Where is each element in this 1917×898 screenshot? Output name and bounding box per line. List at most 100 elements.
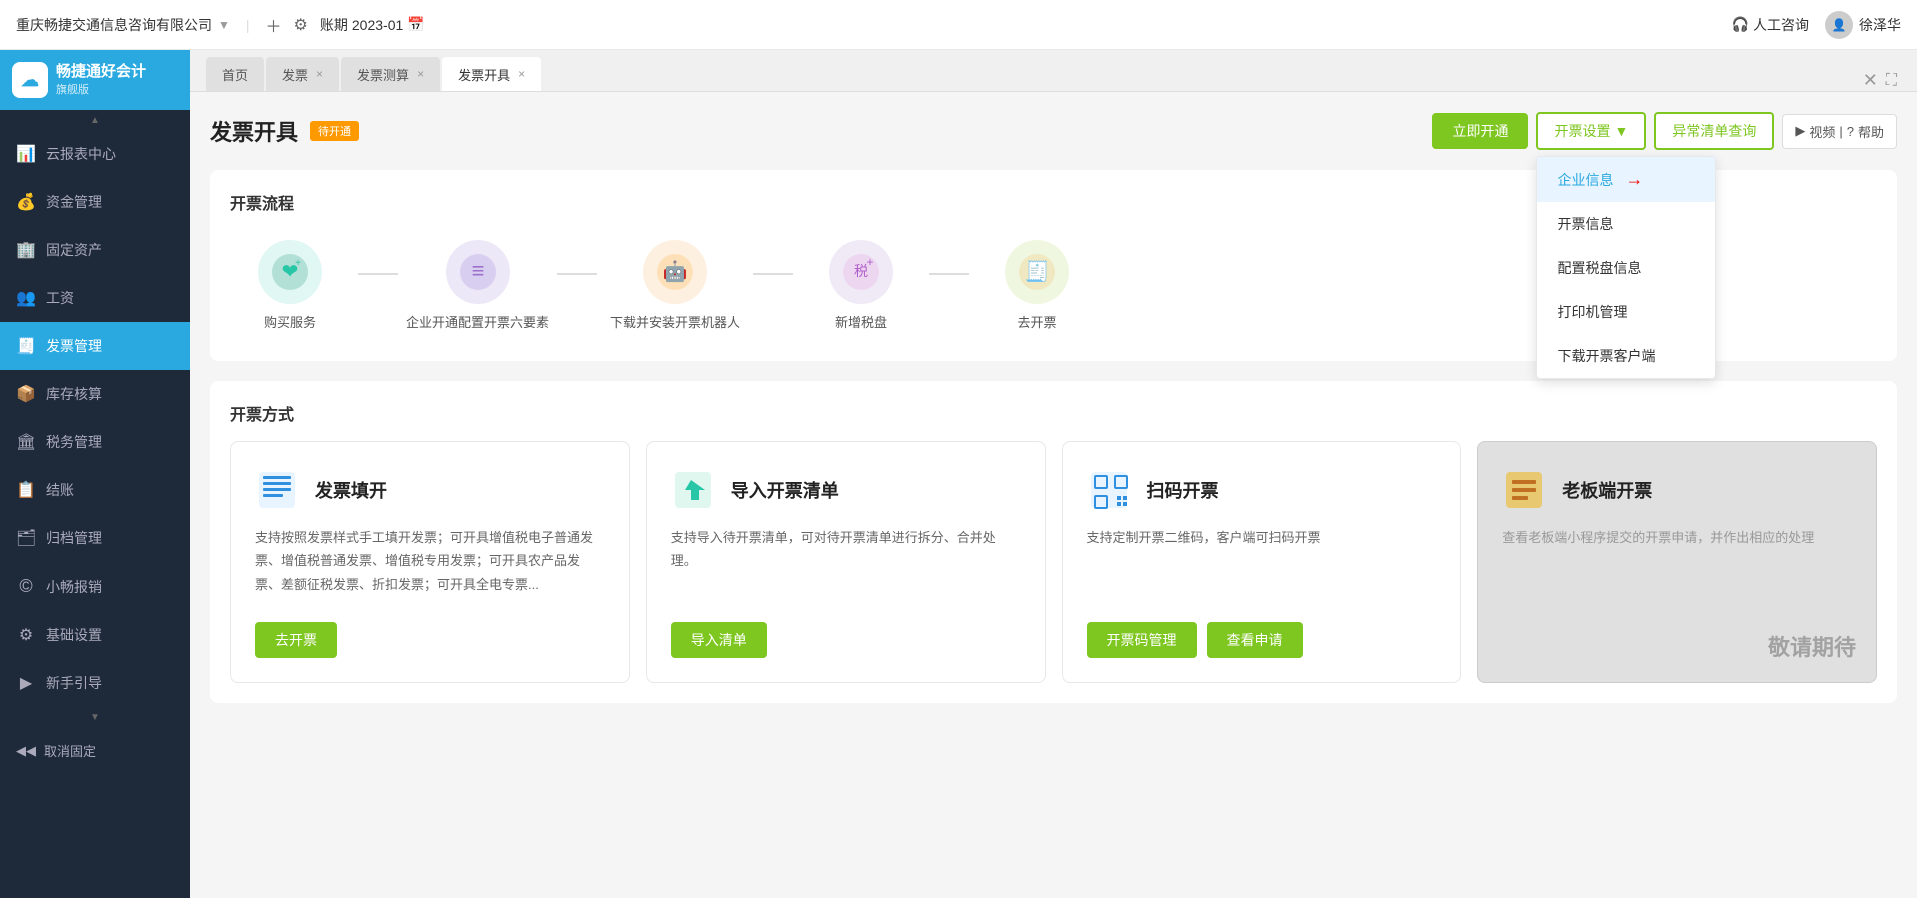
gongzi-icon: 👥: [16, 288, 36, 308]
red-arrow-icon: →: [1625, 169, 1643, 189]
settings-button[interactable]: 开票设置 ▼: [1536, 112, 1646, 150]
step1-icon: ❤ +: [258, 240, 322, 304]
tab-cesuan-close[interactable]: ×: [417, 67, 424, 81]
process-line-3: [753, 273, 793, 275]
sidebar-item-label: 资金管理: [46, 192, 102, 212]
scan-icon-svg: [1087, 466, 1135, 514]
kaipiaoxinxi-label: 开票信息: [1557, 216, 1613, 232]
step1-label: 购买服务: [264, 312, 316, 331]
maximize-icon[interactable]: ⛶: [1886, 72, 1897, 90]
sidebar-scroll-down[interactable]: ▼: [0, 707, 190, 727]
human-consult-button[interactable]: 🎧 人工咨询: [1732, 15, 1809, 35]
sidebar-item-xinshou[interactable]: ▶ 新手引导: [0, 659, 190, 707]
dropdown-item-xiazaikaipiao[interactable]: 下载开票客户端: [1537, 334, 1715, 378]
sidebar-item-label: 小畅报销: [46, 577, 102, 597]
divider1: |: [246, 17, 250, 33]
settings-icon[interactable]: ⚙: [294, 15, 308, 35]
kucun-icon: 📦: [16, 384, 36, 404]
process-step-1: ❤ + 购买服务: [230, 240, 350, 331]
video-help-button[interactable]: ▶ 视频 | ? 帮助: [1782, 114, 1897, 149]
yunbao-icon: 📊: [16, 144, 36, 164]
tab-fapiao-label: 发票: [282, 65, 308, 84]
close-window-icon[interactable]: ✕: [1863, 70, 1878, 91]
sidebar-item-yunbao[interactable]: 📊 云报表中心: [0, 130, 190, 178]
sidebar-cancel-fixed[interactable]: ◀◀ 取消固定: [0, 727, 190, 774]
sidebar-item-label: 工资: [46, 288, 74, 308]
sidebar-item-label: 云报表中心: [46, 144, 116, 164]
company-dropdown-arrow: ▼: [218, 18, 230, 32]
company-selector[interactable]: 重庆畅捷交通信息咨询有限公司 ▼: [16, 15, 230, 35]
sidebar-item-jichushezhi[interactable]: ⚙ 基础设置: [0, 611, 190, 659]
peizhishuipan-label: 配置税盘信息: [1557, 260, 1641, 276]
sidebar-item-shuiwu[interactable]: 🏛 税务管理: [0, 418, 190, 466]
account-period: 账期 2023-01 📅: [320, 15, 425, 35]
logo-sub: 旗舰版: [56, 81, 146, 97]
method-fill-header: 发票填开: [255, 466, 605, 514]
method-import-desc: 支持导入待开票清单，可对待开票清单进行拆分、合并处理。: [671, 526, 1021, 606]
jichushezhi-icon: ⚙: [16, 625, 36, 645]
tab-fapiao-close[interactable]: ×: [316, 67, 323, 81]
tab-fapiao-cesuan[interactable]: 发票测算 ×: [341, 57, 440, 91]
xinshou-icon: ▶: [16, 673, 36, 693]
method-fill-title: 发票填开: [315, 477, 387, 503]
step5-label: 去开票: [1018, 312, 1057, 331]
main: 首页 发票 × 发票测算 × 发票开具 × ✕ ⛶ 发票开具: [190, 50, 1917, 898]
coming-soon-text: 敬请期待: [1768, 635, 1856, 660]
methods-section-title: 开票方式: [230, 401, 1877, 425]
calendar-icon[interactable]: 📅: [407, 16, 424, 33]
method-laoban-title: 老板端开票: [1562, 477, 1652, 503]
sidebar-item-gongzi[interactable]: 👥 工资: [0, 274, 190, 322]
user-info[interactable]: 👤 徐泽华: [1825, 11, 1901, 39]
sidebar-item-gudingzichan[interactable]: 🏢 固定资产: [0, 226, 190, 274]
disabled-overlay: 敬请期待: [1768, 630, 1856, 662]
add-icon[interactable]: ＋: [266, 13, 282, 37]
method-scan-header: 扫码开票: [1087, 466, 1437, 514]
settings-dropdown-menu: 企业信息 → 开票信息 配置税盘信息 打印机管理: [1536, 156, 1716, 379]
sidebar-logo: ☁ 畅捷通好会计 旗舰版: [0, 50, 190, 110]
scan-view-apply-button[interactable]: 查看申请: [1207, 622, 1303, 658]
purchase-svg: ❤ +: [270, 252, 310, 292]
sidebar-scroll-up[interactable]: ▲: [0, 110, 190, 130]
sidebar-item-jiezhang[interactable]: 📋 结账: [0, 466, 190, 514]
sidebar-item-fapiao[interactable]: 🧾 发票管理: [0, 322, 190, 370]
consult-label: 人工咨询: [1753, 15, 1809, 35]
step2-icon: ≡: [446, 240, 510, 304]
fill-invoice-button[interactable]: 去开票: [255, 622, 337, 658]
process-step-3: 🤖 下载并安装开票机器人: [605, 240, 745, 331]
step5-icon: 🧾: [1005, 240, 1069, 304]
download-svg: 🤖: [655, 252, 695, 292]
cancel-label: 取消固定: [44, 741, 96, 760]
tab-home-label: 首页: [222, 65, 248, 84]
status-badge: 待开通: [310, 121, 359, 141]
activate-button[interactable]: 立即开通: [1432, 113, 1528, 149]
logo-icon: ☁: [12, 62, 48, 98]
sidebar-item-xiaochang[interactable]: © 小畅报销: [0, 562, 190, 611]
sidebar-item-label: 归档管理: [46, 528, 102, 548]
step4-icon: 税 +: [829, 240, 893, 304]
abnormal-button[interactable]: 异常清单查询: [1654, 112, 1774, 150]
dropdown-item-peizhishuipan[interactable]: 配置税盘信息: [1537, 246, 1715, 290]
scan-code-manage-button[interactable]: 开票码管理: [1087, 622, 1197, 658]
sidebar-item-kucun[interactable]: 📦 库存核算: [0, 370, 190, 418]
company-name: 重庆畅捷交通信息咨询有限公司: [16, 15, 212, 35]
svg-text:🤖: 🤖: [663, 259, 688, 283]
dropdown-item-kaipiaoxinxi[interactable]: 开票信息: [1537, 202, 1715, 246]
tab-fapiao[interactable]: 发票 ×: [266, 57, 339, 91]
fill-icon-svg: [255, 466, 303, 514]
step3-icon: 🤖: [643, 240, 707, 304]
invoice-svg: 🧾: [1017, 252, 1057, 292]
scan-buttons: 开票码管理 查看申请: [1087, 622, 1437, 658]
methods-grid: 发票填开 支持按照发票样式手工填开发票；可开具增值税电子普通发票、增值税普通发票…: [230, 441, 1877, 683]
sidebar-item-guidang[interactable]: 🗂 归档管理: [0, 514, 190, 562]
import-list-button[interactable]: 导入清单: [671, 622, 767, 658]
tab-fapiao-kaijv[interactable]: 发票开具 ×: [442, 57, 541, 91]
dropdown-item-qiyexinxi[interactable]: 企业信息 →: [1537, 157, 1715, 202]
sidebar-item-zijin[interactable]: 💰 资金管理: [0, 178, 190, 226]
svg-text:≡: ≡: [471, 258, 484, 283]
sidebar-item-label: 结账: [46, 480, 74, 500]
page-header: 发票开具 待开通 立即开通 开票设置 ▼ 企业信息 →: [210, 112, 1897, 150]
dropdown-item-dayinji[interactable]: 打印机管理: [1537, 290, 1715, 334]
xiazaikaipiao-label: 下载开票客户端: [1557, 348, 1655, 364]
tab-home[interactable]: 首页: [206, 57, 264, 91]
tab-kaijv-close[interactable]: ×: [518, 67, 525, 81]
